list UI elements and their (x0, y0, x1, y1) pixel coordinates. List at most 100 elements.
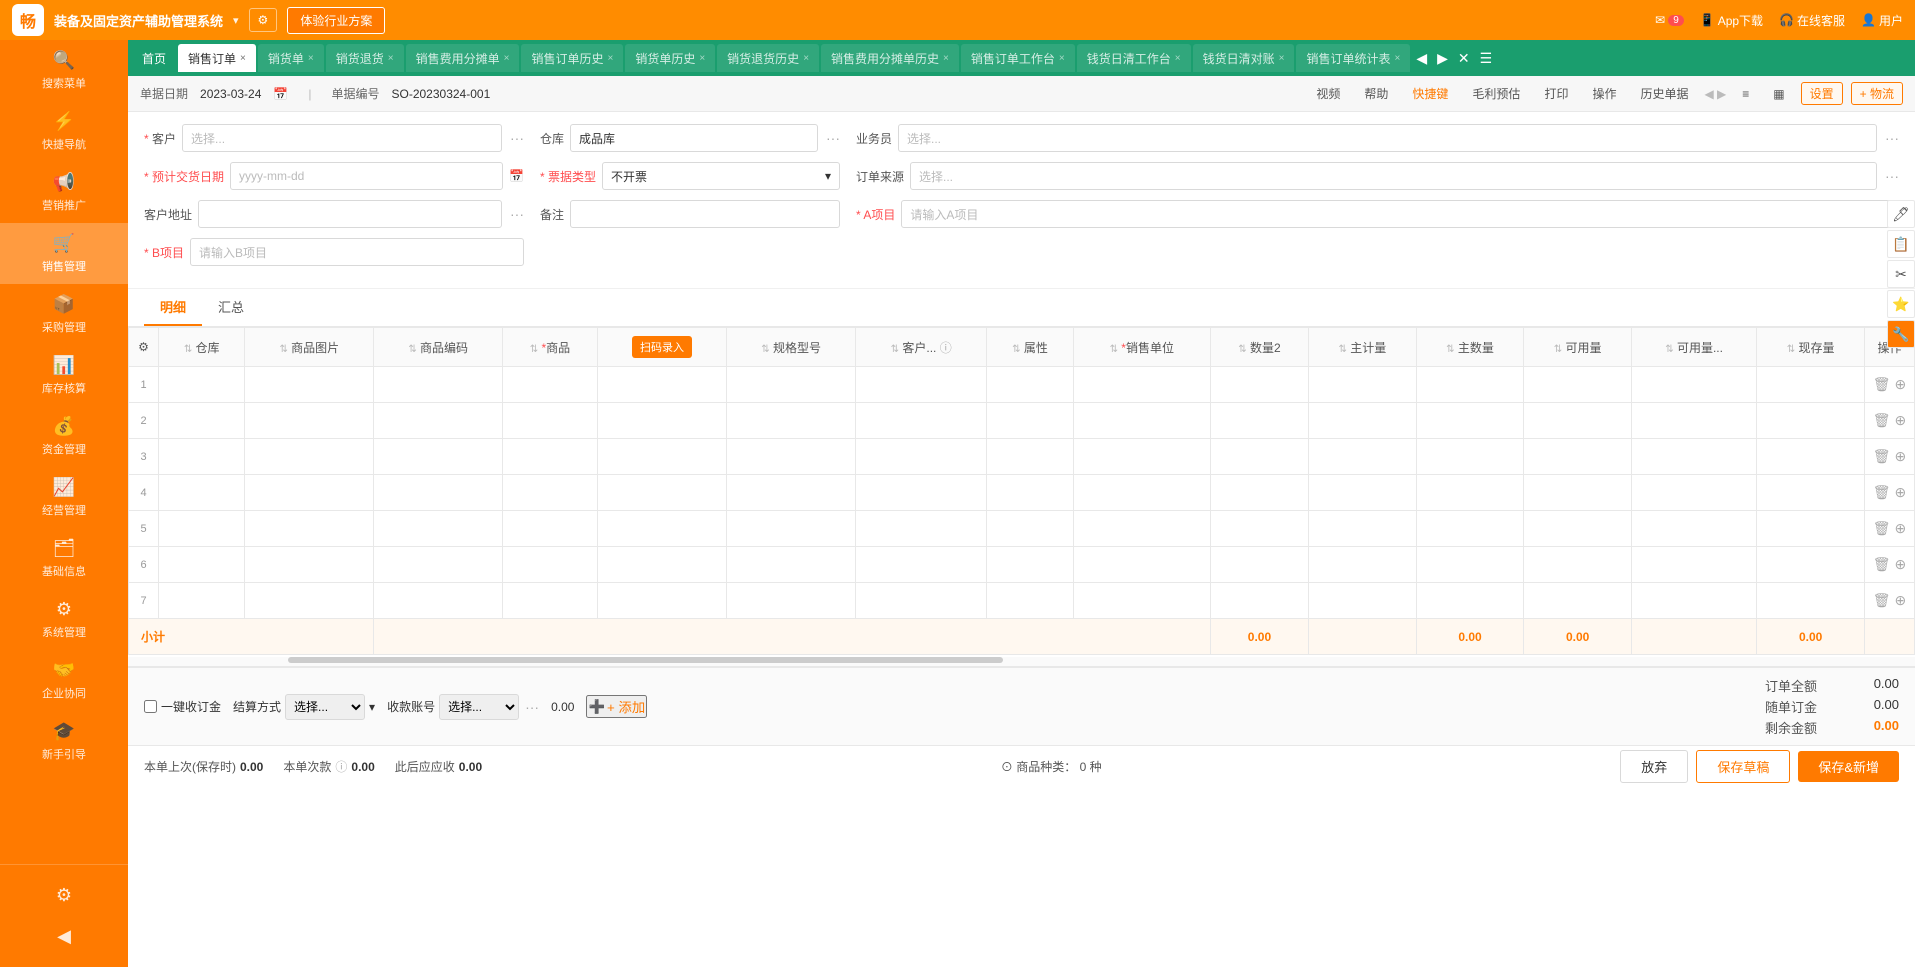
address-dots-button[interactable]: ··· (510, 206, 524, 222)
row-4-main-qty[interactable] (1416, 475, 1524, 511)
message-button[interactable]: ✉ 9 (1655, 13, 1684, 27)
order-source-input[interactable]: 选择... (910, 162, 1877, 190)
solution-button[interactable]: 体验行业方案 (287, 7, 385, 34)
row-1-code[interactable] (374, 367, 503, 403)
tab-5[interactable]: 销售订单历史× (521, 44, 623, 72)
sidebar-item-2[interactable]: 📢 营销推广 (0, 162, 128, 223)
customer-dots-button[interactable]: ··· (510, 130, 524, 146)
sidebar-collapse[interactable]: ◀ (0, 916, 128, 957)
sidebar-item-11[interactable]: 🎓 新手引导 (0, 711, 128, 772)
receipt-dots-button[interactable]: ··· (525, 699, 539, 715)
salesperson-input[interactable]: 选择... (898, 124, 1877, 152)
row-4-product[interactable] (503, 475, 598, 511)
float-btn-3[interactable]: ✂ (1887, 260, 1915, 288)
tab-close-7[interactable]: × (803, 53, 809, 64)
row-3-copy-icon[interactable]: ⊕ (1895, 448, 1907, 465)
b-project-input[interactable]: 请输入B项目 (190, 238, 524, 266)
row-3-main-qty[interactable] (1416, 439, 1524, 475)
row-7-spec[interactable] (727, 583, 856, 619)
row-5-main-qty[interactable] (1416, 511, 1524, 547)
tab-close-5[interactable]: × (607, 53, 613, 64)
row-2-copy-icon[interactable]: ⊕ (1895, 412, 1907, 429)
row-7-customer-col[interactable] (856, 583, 987, 619)
row-5-warehouse[interactable] (159, 511, 245, 547)
system-dropdown[interactable]: ▾ (233, 14, 239, 27)
row-1-delete-icon[interactable]: 🗑 (1873, 376, 1891, 393)
row-1-product[interactable] (503, 367, 598, 403)
one-click-checkbox-label[interactable]: 一键收订金 (144, 698, 221, 715)
online-service-button[interactable]: 🎧 在线客服 (1779, 12, 1845, 29)
row-2-delete-icon[interactable]: 🗑 (1873, 412, 1891, 429)
row-4-delete-icon[interactable]: 🗑 (1873, 484, 1891, 501)
row-4-warehouse[interactable] (159, 475, 245, 511)
row-4-copy-icon[interactable]: ⊕ (1895, 484, 1907, 501)
sidebar-item-7[interactable]: 📈 经营管理 (0, 467, 128, 528)
sidebar-item-8[interactable]: 🗂 基础信息 (0, 528, 128, 589)
row-6-spec[interactable] (727, 547, 856, 583)
row-3-qty2[interactable] (1210, 439, 1308, 475)
float-btn-5[interactable]: 🔧 (1887, 320, 1915, 348)
row-2-warehouse[interactable] (159, 403, 245, 439)
invoice-select[interactable]: 不开票 ▾ (602, 162, 840, 190)
shortcut-button[interactable]: 快捷键 (1404, 83, 1456, 104)
tab-7[interactable]: 销货退货历史× (717, 44, 819, 72)
row-3-delete-icon[interactable]: 🗑 (1873, 448, 1891, 465)
detail-tab-0[interactable]: 明细 (144, 289, 202, 326)
sidebar-item-0[interactable]: 🔍 搜索菜单 (0, 40, 128, 101)
scan-button[interactable]: 扫码录入 (632, 336, 692, 358)
row-1-spec[interactable] (727, 367, 856, 403)
row-5-product[interactable] (503, 511, 598, 547)
settings-right-button[interactable]: 设置 (1801, 82, 1843, 105)
row-3-code[interactable] (374, 439, 503, 475)
row-6-copy-icon[interactable]: ⊕ (1895, 556, 1907, 573)
customer-address-input[interactable] (198, 200, 502, 228)
tab-1[interactable]: 销售订单× (178, 44, 256, 72)
tab-0[interactable]: 首页 (132, 44, 176, 72)
row-7-attrs[interactable] (987, 583, 1073, 619)
row-2-spec[interactable] (727, 403, 856, 439)
row-3-spec[interactable] (727, 439, 856, 475)
row-6-attrs[interactable] (987, 547, 1073, 583)
order-source-dots-button[interactable]: ··· (1885, 168, 1899, 184)
view-button[interactable]: 视频 (1308, 83, 1348, 104)
row-3-product[interactable] (503, 439, 598, 475)
tab-close-2[interactable]: × (308, 53, 314, 64)
sidebar-item-6[interactable]: 💰 资金管理 (0, 406, 128, 467)
row-6-unit[interactable] (1073, 547, 1210, 583)
row-1-copy-icon[interactable]: ⊕ (1895, 376, 1907, 393)
row-6-product[interactable] (503, 547, 598, 583)
row-7-delete-icon[interactable]: 🗑 (1873, 592, 1891, 609)
row-3-customer-col[interactable] (856, 439, 987, 475)
float-btn-2[interactable]: 📋 (1887, 230, 1915, 258)
row-5-qty2[interactable] (1210, 511, 1308, 547)
discard-button[interactable]: 放弃 (1620, 750, 1688, 783)
tab-prev-button[interactable]: ◀ (1412, 50, 1431, 67)
row-5-unit[interactable] (1073, 511, 1210, 547)
row-1-customer-col[interactable] (856, 367, 987, 403)
row-6-delete-icon[interactable]: 🗑 (1873, 556, 1891, 573)
sidebar-settings[interactable]: ⚙ (0, 875, 128, 916)
tab-11[interactable]: 钱货日清对账× (1193, 44, 1295, 72)
tab-close-8[interactable]: × (943, 53, 949, 64)
row-7-code[interactable] (374, 583, 503, 619)
row-7-product[interactable] (503, 583, 598, 619)
delivery-calendar-icon[interactable]: 📅 (509, 169, 524, 183)
one-click-checkbox[interactable] (144, 700, 157, 713)
row-6-customer-col[interactable] (856, 547, 987, 583)
tab-3[interactable]: 销货退货× (326, 44, 404, 72)
receipt-account-select[interactable]: 选择... (439, 694, 519, 720)
row-5-code[interactable] (374, 511, 503, 547)
tab-close-3[interactable]: × (388, 53, 394, 64)
float-btn-4[interactable]: ⭐ (1887, 290, 1915, 318)
row-2-customer-col[interactable] (856, 403, 987, 439)
row-5-spec[interactable] (727, 511, 856, 547)
tab-menu-button[interactable]: ☰ (1476, 50, 1497, 67)
tab-10[interactable]: 钱货日清工作台× (1077, 44, 1191, 72)
row-6-code[interactable] (374, 547, 503, 583)
float-btn-1[interactable]: 🖊 (1887, 200, 1915, 228)
row-1-unit[interactable] (1073, 367, 1210, 403)
tab-close-1[interactable]: × (240, 53, 246, 64)
print-button[interactable]: 打印 (1536, 83, 1576, 104)
warehouse-dots-button[interactable]: ··· (826, 130, 840, 146)
row-6-warehouse[interactable] (159, 547, 245, 583)
